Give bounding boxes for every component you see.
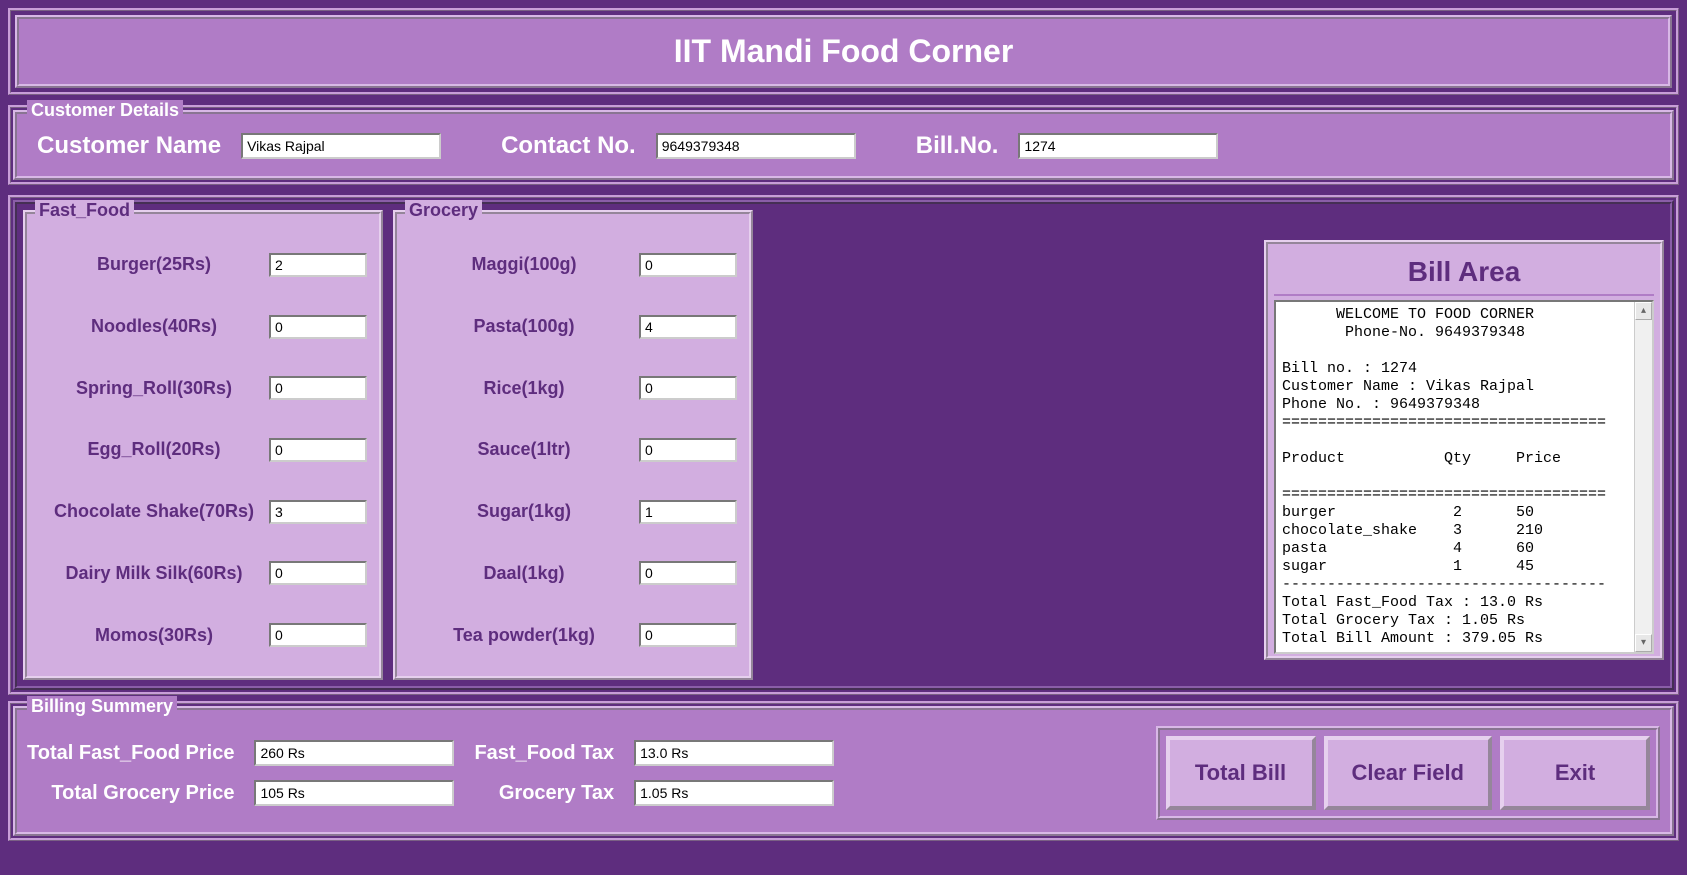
spring-roll-input[interactable] xyxy=(269,376,367,400)
scroll-down-icon[interactable]: ▾ xyxy=(1635,634,1652,652)
gr-price-label: Total Grocery Price xyxy=(27,782,234,805)
burger-input[interactable] xyxy=(269,253,367,277)
app-title: IIT Mandi Food Corner xyxy=(33,33,1654,70)
spring-roll-label: Spring_Roll(30Rs) xyxy=(39,378,269,399)
title-bar: IIT Mandi Food Corner xyxy=(15,15,1672,88)
bill-area-title: Bill Area xyxy=(1274,250,1654,296)
tea-label: Tea powder(1kg) xyxy=(409,625,639,646)
egg-roll-label: Egg_Roll(20Rs) xyxy=(39,439,269,460)
customer-name-label: Customer Name xyxy=(37,132,221,160)
choc-shake-input[interactable] xyxy=(269,500,367,524)
dairy-milk-input[interactable] xyxy=(269,561,367,585)
scrollbar[interactable]: ▴ ▾ xyxy=(1634,302,1652,652)
rice-input[interactable] xyxy=(639,376,737,400)
tea-input[interactable] xyxy=(639,623,737,647)
daal-input[interactable] xyxy=(639,561,737,585)
customer-legend: Customer Details xyxy=(27,100,183,121)
maggi-input[interactable] xyxy=(639,253,737,277)
sugar-input[interactable] xyxy=(639,500,737,524)
egg-roll-input[interactable] xyxy=(269,438,367,462)
summary-legend: Billing Summery xyxy=(27,696,177,717)
bill-text[interactable]: WELCOME TO FOOD CORNER Phone-No. 9649379… xyxy=(1276,302,1634,652)
momos-label: Momos(30Rs) xyxy=(39,625,269,646)
ff-price-label: Total Fast_Food Price xyxy=(27,742,234,765)
customer-name-input[interactable] xyxy=(241,133,441,159)
total-bill-button[interactable]: Total Bill xyxy=(1166,736,1316,810)
burger-label: Burger(25Rs) xyxy=(39,254,269,275)
daal-label: Daal(1kg) xyxy=(409,563,639,584)
ff-tax-input[interactable] xyxy=(634,740,834,766)
fast-food-panel: Fast_Food Burger(25Rs) Noodles(40Rs) Spr… xyxy=(23,210,383,680)
scroll-up-icon[interactable]: ▴ xyxy=(1635,302,1652,320)
gr-tax-input[interactable] xyxy=(634,780,834,806)
contact-label: Contact No. xyxy=(501,132,636,160)
pasta-input[interactable] xyxy=(639,315,737,339)
exit-button[interactable]: Exit xyxy=(1500,736,1650,810)
ff-price-input[interactable] xyxy=(254,740,454,766)
bill-no-input[interactable] xyxy=(1018,133,1218,159)
maggi-label: Maggi(100g) xyxy=(409,254,639,275)
fast-food-legend: Fast_Food xyxy=(35,200,134,221)
choc-shake-label: Chocolate Shake(70Rs) xyxy=(39,501,269,522)
gr-tax-label: Grocery Tax xyxy=(474,782,614,805)
grocery-legend: Grocery xyxy=(405,200,482,221)
billing-summary-panel: Billing Summery Total Fast_Food Price Fa… xyxy=(13,706,1674,836)
dairy-milk-label: Dairy Milk Silk(60Rs) xyxy=(39,563,269,584)
bill-no-label: Bill.No. xyxy=(916,132,999,160)
rice-label: Rice(1kg) xyxy=(409,378,639,399)
ff-tax-label: Fast_Food Tax xyxy=(474,742,614,765)
sugar-label: Sugar(1kg) xyxy=(409,501,639,522)
bill-area-panel: Bill Area WELCOME TO FOOD CORNER Phone-N… xyxy=(1264,240,1664,660)
sauce-label: Sauce(1ltr) xyxy=(409,439,639,460)
clear-field-button[interactable]: Clear Field xyxy=(1324,736,1492,810)
noodles-label: Noodles(40Rs) xyxy=(39,316,269,337)
momos-input[interactable] xyxy=(269,623,367,647)
contact-input[interactable] xyxy=(656,133,856,159)
sauce-input[interactable] xyxy=(639,438,737,462)
gr-price-input[interactable] xyxy=(254,780,454,806)
grocery-panel: Grocery Maggi(100g) Pasta(100g) Rice(1kg… xyxy=(393,210,753,680)
noodles-input[interactable] xyxy=(269,315,367,339)
pasta-label: Pasta(100g) xyxy=(409,316,639,337)
action-buttons: Total Bill Clear Field Exit xyxy=(1156,726,1660,820)
customer-details-panel: Customer Details Customer Name Contact N… xyxy=(13,110,1674,180)
